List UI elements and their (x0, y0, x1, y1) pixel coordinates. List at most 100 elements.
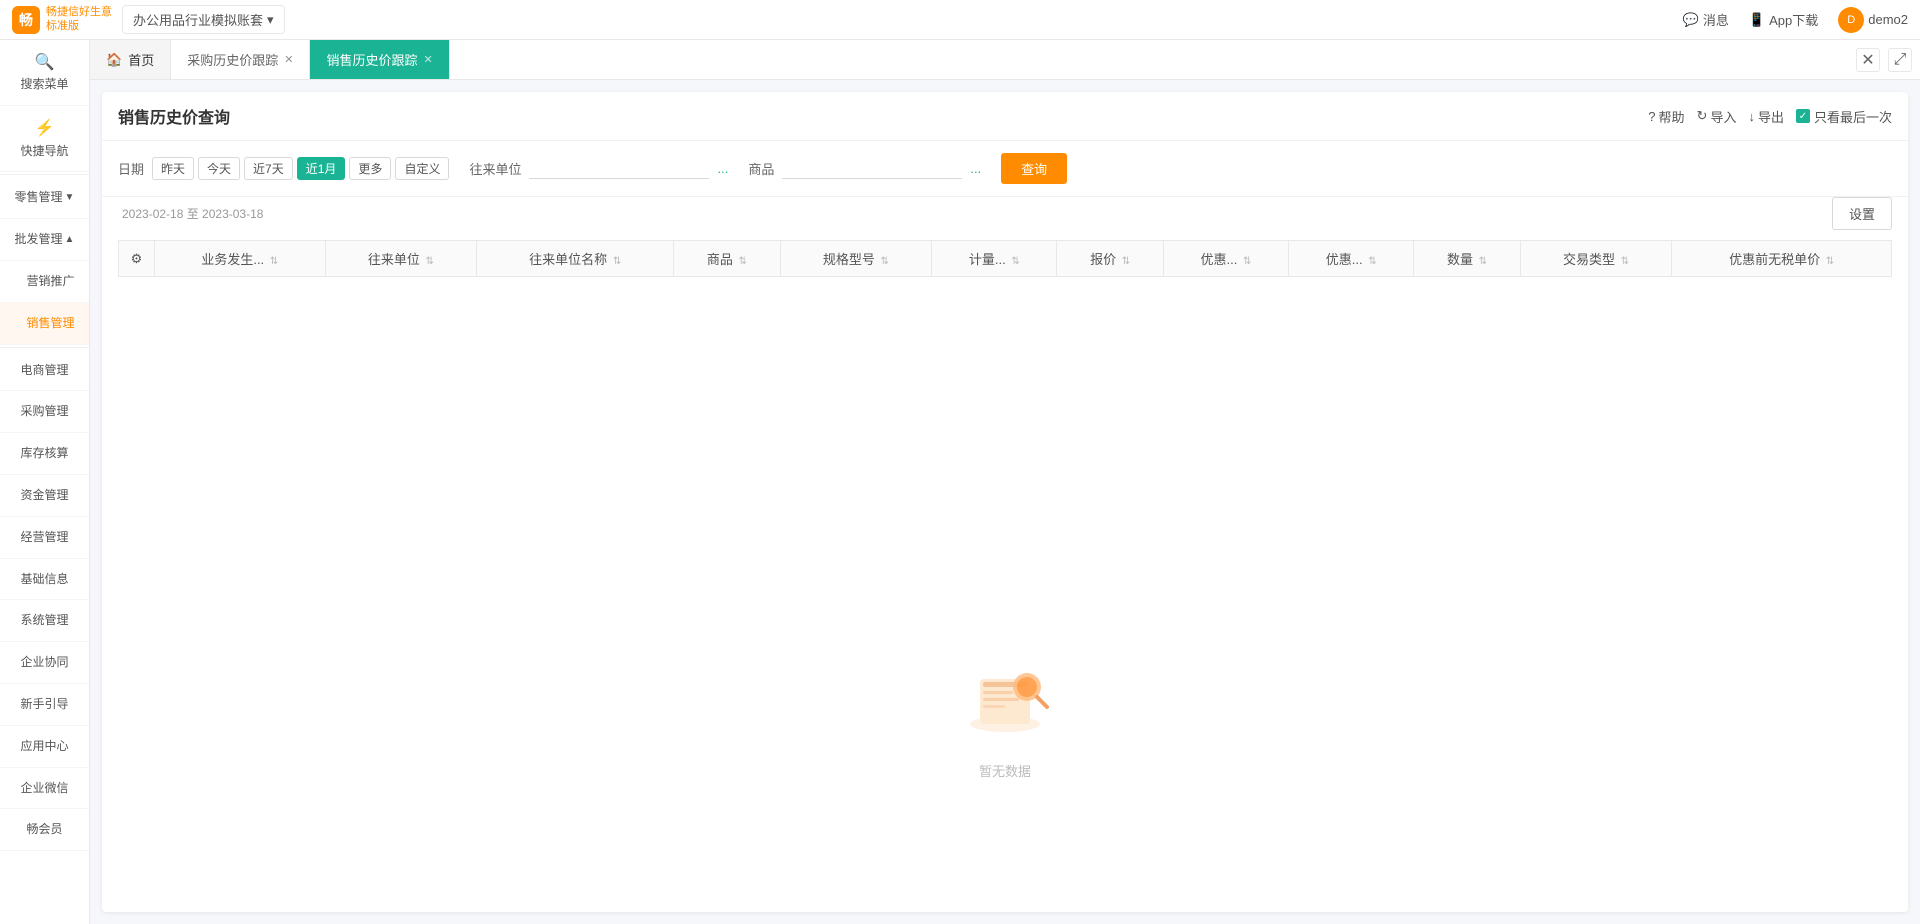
sidebar-item-finance[interactable]: 资金管理 (0, 475, 89, 517)
tab-close-purchase[interactable]: ✕ (284, 53, 293, 66)
app-selector-label: 办公用品行业模拟账套 (133, 10, 263, 29)
sidebar-item-search-menu[interactable]: 🔍 搜索菜单 (0, 40, 89, 106)
tab-sales-history[interactable]: 销售历史价跟踪 ✕ (310, 40, 449, 79)
partner-input[interactable] (529, 159, 709, 179)
sidebar-item-wholesale[interactable]: 批发管理 ▲ (0, 219, 89, 261)
table-col-unit[interactable]: 计量... ⇅ (932, 241, 1057, 277)
sidebar-item-ops[interactable]: 经营管理 (0, 517, 89, 559)
sidebar-label: 采购管理 (20, 403, 68, 420)
sidebar-item-newbie[interactable]: 新手引导 (0, 684, 89, 726)
gear-icon: ⚙ (131, 251, 143, 266)
tab-purchase-history[interactable]: 采购历史价跟踪 ✕ (171, 40, 310, 79)
table-col-gear[interactable]: ⚙ (119, 241, 155, 277)
page-content: 销售历史价查询 ? 帮助 ↻ 导入 ↓ 导出 (90, 80, 1920, 924)
sort-icon: ⇅ (1122, 256, 1130, 267)
import-btn[interactable]: ↻ 导入 (1697, 107, 1737, 126)
date-btn-more[interactable]: 更多 (349, 157, 391, 180)
table-col-biz-date[interactable]: 业务发生... ⇅ (155, 241, 326, 277)
table-col-quantity[interactable]: 数量 ⇅ (1414, 241, 1520, 277)
checkbox-icon: ✓ (1796, 109, 1810, 123)
empty-illustration (955, 649, 1055, 749)
export-icon: ↓ (1748, 109, 1755, 124)
sidebar-item-inventory[interactable]: 库存核算 (0, 433, 89, 475)
sort-icon: ⇅ (1479, 256, 1487, 267)
sidebar-item-purchase[interactable]: 采购管理 (0, 391, 89, 433)
table-col-discount2[interactable]: 优惠... ⇅ (1289, 241, 1414, 277)
sidebar-label: 快捷导航 (20, 143, 68, 160)
header-right: 💬 消息 📱 App下载 D demo2 (1683, 7, 1908, 33)
app-download-btn[interactable]: 📱 App下载 (1749, 10, 1818, 29)
sort-icon: ⇅ (1826, 256, 1834, 267)
table-col-partner-code[interactable]: 往来单位 ⇅ (325, 241, 477, 277)
table-col-quoted-price[interactable]: 报价 ⇅ (1057, 241, 1163, 277)
sidebar-item-enterprise-wechat[interactable]: 企业微信 (0, 768, 89, 810)
sort-icon: ⇅ (1368, 256, 1376, 267)
sidebar-item-app-center[interactable]: 应用中心 (0, 726, 89, 768)
date-label: 日期 (118, 159, 144, 178)
goods-input[interactable] (782, 159, 962, 179)
date-btn-1month[interactable]: 近1月 (297, 157, 346, 180)
table-col-partner-name[interactable]: 往来单位名称 ⇅ (477, 241, 674, 277)
table-col-discount1[interactable]: 优惠... ⇅ (1163, 241, 1288, 277)
sort-icon: ⇅ (738, 256, 746, 267)
sidebar-label: 营销推广 (26, 273, 74, 290)
maximize-btn[interactable]: ⤢ (1888, 48, 1912, 72)
sidebar-label: 新手引导 (20, 696, 68, 713)
import-icon: ↻ (1697, 108, 1708, 124)
goods-ellipsis-btn[interactable]: ... (970, 161, 981, 176)
settings-btn[interactable]: 设置 (1832, 197, 1892, 230)
empty-state: 暂无数据 (102, 516, 1908, 912)
only-last-checkbox[interactable]: ✓ 只看最后一次 (1796, 107, 1892, 126)
sidebar-label: 经营管理 (20, 529, 68, 546)
sidebar-item-quick-nav[interactable]: ⚡ 快捷导航 (0, 106, 89, 172)
sidebar: 🔍 搜索菜单 ⚡ 快捷导航 零售管理 ▼ 批发管理 ▲ 营销推广 销售管理 (0, 40, 90, 924)
divider (0, 347, 89, 348)
sort-icon: ⇅ (1011, 256, 1019, 267)
sort-icon: ⇅ (1621, 256, 1629, 267)
date-btn-yesterday[interactable]: 昨天 (152, 157, 194, 180)
date-btn-7days[interactable]: 近7天 (244, 157, 293, 180)
date-btn-custom[interactable]: 自定义 (395, 157, 449, 180)
date-btn-today[interactable]: 今天 (198, 157, 240, 180)
sidebar-label: 零售管理 (15, 189, 63, 206)
chevron-down-icon: ▾ (267, 12, 274, 28)
tab-label: 销售历史价跟踪 (326, 50, 417, 69)
sidebar-item-ecommerce[interactable]: 电商管理 (0, 350, 89, 392)
goods-label: 商品 (748, 159, 774, 178)
table-col-trade-type[interactable]: 交易类型 ⇅ (1520, 241, 1672, 277)
table-col-goods[interactable]: 商品 ⇅ (674, 241, 780, 277)
sidebar-item-retail[interactable]: 零售管理 ▼ (0, 177, 89, 219)
query-btn[interactable]: 查询 (1001, 153, 1067, 184)
logo-text: 畅捷信好生意 标准版 (46, 6, 112, 32)
top-header: 畅 畅捷信好生意 标准版 办公用品行业模拟账套 ▾ 💬 消息 📱 App下载 D… (0, 0, 1920, 40)
sidebar-item-member[interactable]: 畅会员 (0, 809, 89, 851)
sidebar-label: 应用中心 (20, 738, 68, 755)
sidebar-item-sales[interactable]: 销售管理 (0, 303, 89, 345)
tab-home[interactable]: 🏠 首页 (90, 40, 171, 79)
sidebar-label: 搜索菜单 (20, 76, 68, 93)
sidebar-item-system[interactable]: 系统管理 (0, 600, 89, 642)
tab-close-sales[interactable]: ✕ (423, 53, 432, 66)
sidebar-item-basic[interactable]: 基础信息 (0, 559, 89, 601)
message-btn[interactable]: 💬 消息 (1683, 10, 1729, 29)
sidebar-item-marketing[interactable]: 营销推广 (0, 261, 89, 303)
help-btn[interactable]: ? 帮助 (1648, 107, 1684, 126)
divider (0, 174, 89, 175)
sidebar-label: 库存核算 (20, 445, 68, 462)
app-selector[interactable]: 办公用品行业模拟账套 ▾ (122, 5, 285, 34)
sort-icon: ⇅ (1243, 256, 1251, 267)
table-col-pre-discount-price[interactable]: 优惠前无税单价 ⇅ (1672, 241, 1892, 277)
partner-ellipsis-btn[interactable]: ... (717, 161, 728, 176)
sidebar-item-enterprise[interactable]: 企业协同 (0, 642, 89, 684)
tab-label: 首页 (128, 50, 154, 69)
sort-icon: ⇅ (613, 256, 621, 267)
sidebar-label: 电商管理 (20, 362, 68, 379)
sidebar-label: 资金管理 (20, 487, 68, 504)
table-col-spec[interactable]: 规格型号 ⇅ (780, 241, 932, 277)
close-all-tabs-btn[interactable]: ✕ (1856, 48, 1880, 72)
user-menu[interactable]: D demo2 (1838, 7, 1908, 33)
home-icon: 🏠 (106, 52, 122, 68)
export-btn[interactable]: ↓ 导出 (1748, 107, 1784, 126)
sort-icon: ⇅ (881, 256, 889, 267)
quick-nav-icon: ⚡ (35, 118, 55, 140)
